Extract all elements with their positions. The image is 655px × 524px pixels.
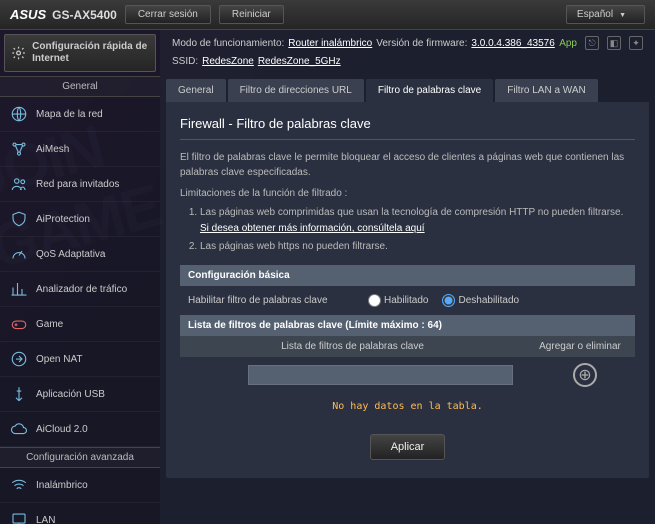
sidebar-item-label: Analizador de tráfico	[36, 284, 127, 295]
ssid-label: SSID:	[172, 56, 198, 67]
ssid-value-2[interactable]: RedesZone_5GHz	[258, 56, 341, 67]
fw-value[interactable]: 3.0.0.4.386_43576	[471, 38, 554, 49]
enable-row: Habilitar filtro de palabras clave Habil…	[180, 286, 635, 315]
sidebar-item-opennat[interactable]: Open NAT	[0, 342, 160, 377]
gamepad-icon	[10, 315, 28, 333]
cloud-icon	[10, 420, 28, 438]
sidebar-item-label: Open NAT	[36, 354, 83, 365]
sidebar: Configuración rápida de Internet General…	[0, 30, 160, 524]
table-header: Lista de filtros de palabras clave Agreg…	[180, 336, 635, 357]
tabs: General Filtro de direcciones URL Filtro…	[160, 79, 655, 102]
radio-disabled[interactable]: Deshabilitado	[442, 294, 519, 307]
gauge-icon	[10, 245, 28, 263]
sidebar-item-game[interactable]: Game	[0, 307, 160, 342]
sidebar-item-label: AiMesh	[36, 144, 69, 155]
info-header: Modo de funcionamiento: Router inalámbri…	[160, 30, 655, 73]
sidebar-item-label: AiCloud 2.0	[36, 424, 88, 435]
fw-label: Versión de firmware:	[376, 38, 467, 49]
quick-setup-label: Configuración rápida de Internet	[32, 41, 149, 65]
language-select[interactable]: Español	[566, 5, 645, 24]
sidebar-item-network-map[interactable]: Mapa de la red	[0, 97, 160, 132]
gear-icon	[11, 43, 26, 63]
col-keyword: Lista de filtros de palabras clave	[180, 336, 525, 357]
reboot-button[interactable]: Reiniciar	[219, 5, 284, 24]
sidebar-item-label: AiProtection	[36, 214, 90, 225]
chart-icon	[10, 280, 28, 298]
col-action: Agregar o eliminar	[525, 336, 635, 357]
sidebar-section-advanced: Configuración avanzada	[0, 447, 160, 468]
panel-description: El filtro de palabras clave le permite b…	[180, 150, 635, 180]
basic-config-header: Configuración básica	[180, 265, 635, 286]
sidebar-item-aicloud[interactable]: AiCloud 2.0	[0, 412, 160, 447]
sidebar-item-label: Mapa de la red	[36, 109, 103, 120]
model-name: GS-AX5400	[52, 8, 117, 22]
status-icon-3[interactable]: ✦	[629, 36, 643, 50]
limitations-label: Limitaciones de la función de filtrado :	[180, 188, 635, 199]
shield-icon	[10, 210, 28, 228]
sidebar-section-general: General	[0, 76, 160, 97]
sidebar-item-usb[interactable]: Aplicación USB	[0, 377, 160, 412]
sidebar-item-aiprotection[interactable]: AiProtection	[0, 202, 160, 237]
sidebar-item-label: LAN	[36, 515, 55, 524]
add-button[interactable]: ⊕	[573, 363, 597, 387]
ssid-value-1[interactable]: RedesZone	[202, 56, 254, 67]
panel: Firewall - Filtro de palabras clave El f…	[166, 102, 649, 478]
sidebar-item-label: Game	[36, 319, 63, 330]
limitations-list: Las páginas web comprimidas que usan la …	[200, 205, 635, 255]
enable-label: Habilitar filtro de palabras clave	[188, 295, 368, 306]
wifi-icon	[10, 476, 28, 494]
logout-button[interactable]: Cerrar sesión	[125, 5, 211, 24]
sidebar-item-label: Inalámbrico	[36, 480, 88, 491]
table-input-row: ⊕	[180, 357, 635, 393]
limitation-link[interactable]: Si desea obtener más información, consúl…	[200, 223, 425, 234]
tab-general[interactable]: General	[166, 79, 226, 102]
nat-icon	[10, 350, 28, 368]
no-data-message: No hay datos en la tabla.	[180, 393, 635, 420]
users-icon	[10, 175, 28, 193]
tab-keyword-filter[interactable]: Filtro de palabras clave	[366, 79, 493, 102]
brand-logo: ASUS	[10, 7, 46, 22]
limitation-2: Las páginas web https no pueden filtrars…	[200, 239, 635, 255]
sidebar-item-label: QoS Adaptativa	[36, 249, 106, 260]
tab-url-filter[interactable]: Filtro de direcciones URL	[228, 79, 364, 102]
sidebar-item-guest-network[interactable]: Red para invitados	[0, 167, 160, 202]
mesh-icon	[10, 140, 28, 158]
sidebar-item-qos[interactable]: QoS Adaptativa	[0, 237, 160, 272]
content-area: Modo de funcionamiento: Router inalámbri…	[160, 30, 655, 524]
lan-icon	[10, 511, 28, 524]
limitation-1: Las páginas web comprimidas que usan la …	[200, 205, 635, 237]
tab-lan-wan-filter[interactable]: Filtro LAN a WAN	[495, 79, 598, 102]
status-icon-2[interactable]: ◧	[607, 36, 621, 50]
sidebar-item-lan[interactable]: LAN	[0, 503, 160, 524]
status-icon-1[interactable]: ⎋	[585, 36, 599, 50]
globe-icon	[10, 105, 28, 123]
sidebar-item-label: Red para invitados	[36, 179, 119, 190]
sidebar-item-wireless[interactable]: Inalámbrico	[0, 468, 160, 503]
panel-title: Firewall - Filtro de palabras clave	[180, 116, 635, 140]
list-header: Lista de filtros de palabras clave (Lími…	[180, 315, 635, 336]
sidebar-item-aimesh[interactable]: AiMesh	[0, 132, 160, 167]
radio-enabled[interactable]: Habilitado	[368, 294, 428, 307]
app-link[interactable]: App	[559, 38, 577, 49]
usb-icon	[10, 385, 28, 403]
keyword-input[interactable]	[248, 365, 513, 385]
quick-setup-button[interactable]: Configuración rápida de Internet	[4, 34, 156, 72]
topbar: ASUS GS-AX5400 Cerrar sesión Reiniciar E…	[0, 0, 655, 30]
mode-value[interactable]: Router inalámbrico	[288, 38, 372, 49]
sidebar-item-traffic[interactable]: Analizador de tráfico	[0, 272, 160, 307]
apply-button[interactable]: Aplicar	[370, 434, 446, 460]
sidebar-item-label: Aplicación USB	[36, 389, 105, 400]
mode-label: Modo de funcionamiento:	[172, 38, 284, 49]
